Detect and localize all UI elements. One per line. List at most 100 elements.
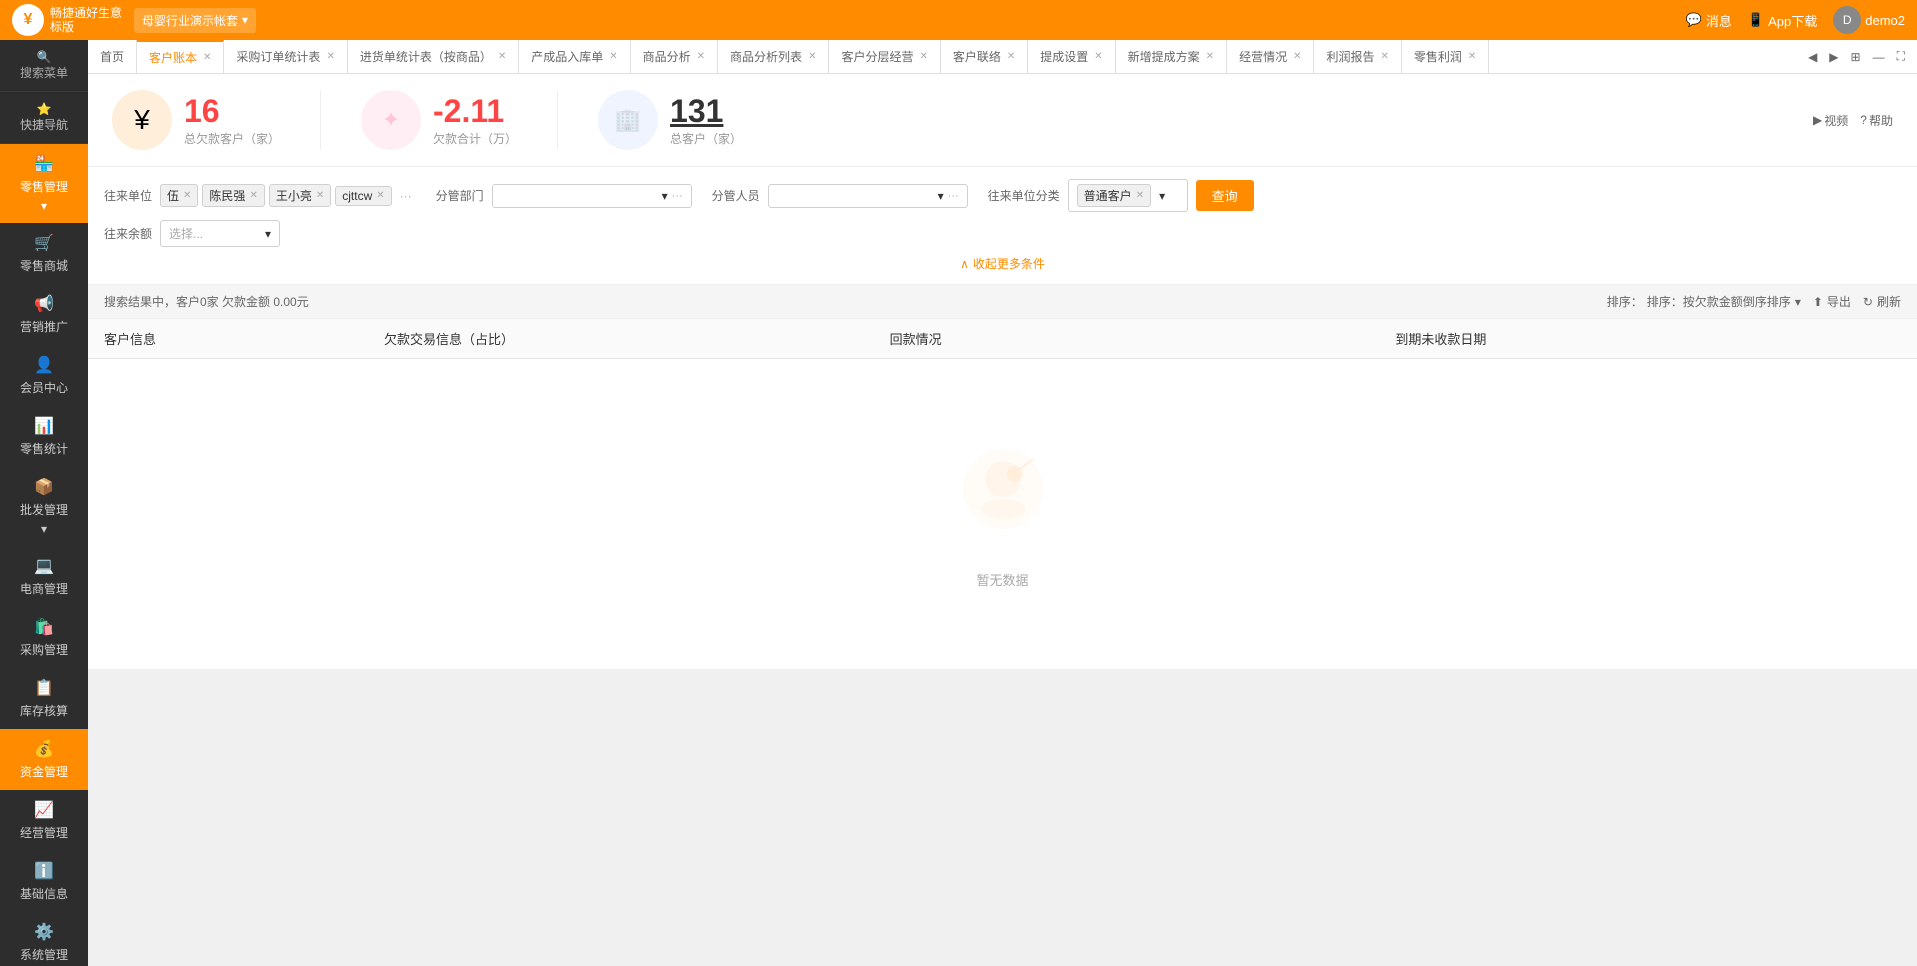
search-icon: 🔍 [8, 50, 80, 64]
sidebar-item-basic-info[interactable]: ℹ️ 基础信息 [0, 851, 88, 912]
export-icon: ⬆ [1813, 295, 1823, 309]
tenant-selector[interactable]: 母婴行业演示帐套 ▾ [134, 8, 256, 33]
tab-close-icon[interactable]: ✕ [609, 51, 617, 62]
tab-product-analysis-list[interactable]: 商品分析列表 ✕ [718, 40, 829, 74]
content-area: 首页 客户账本 ✕ 采购订单统计表 ✕ 进货单统计表（按商品） ✕ 产成品入库单… [88, 40, 1917, 966]
unit-label: 往来单位 [104, 187, 152, 204]
tab-purchase-order-stats[interactable]: 采购订单统计表 ✕ [224, 40, 347, 74]
tag-close-icon[interactable]: ✕ [1136, 190, 1144, 201]
tab-add-commission[interactable]: 新增提成方案 ✕ [1116, 40, 1227, 74]
filter-tag-unit-2: 陈民强 ✕ [202, 184, 264, 207]
user-menu[interactable]: D demo2 [1833, 6, 1905, 34]
sidebar-item-wholesale[interactable]: 📦 批发管理 ▾ [0, 467, 88, 546]
tab-close-icon[interactable]: ✕ [326, 51, 334, 62]
tab-commission-settings[interactable]: 提成设置 ✕ [1028, 40, 1115, 74]
message-button[interactable]: 💬 消息 [1686, 11, 1732, 30]
tab-close-icon[interactable]: ✕ [203, 52, 211, 63]
category-select[interactable]: 普通客户 ✕ ▾ [1068, 179, 1188, 212]
tab-close-icon[interactable]: ✕ [1094, 51, 1102, 62]
sidebar-item-marketing[interactable]: 📢 营销推广 [0, 284, 88, 345]
sidebar-item-member[interactable]: 👤 会员中心 [0, 345, 88, 406]
sidebar-item-finance[interactable]: 💰 资金管理 [0, 729, 88, 790]
result-actions: 排序： 排序：按欠款金额倒序排序 ▾ ⬆ 导出 ↻ 刷新 [1607, 293, 1901, 310]
tab-customer-tier[interactable]: 客户分层经营 ✕ [829, 40, 940, 74]
filter-tag-unit-3: 王小亮 ✕ [269, 184, 331, 207]
top-bar: ¥ 畅捷通好生意 标版 母婴行业演示帐套 ▾ 💬 消息 📱 App下载 D de… [0, 0, 1917, 40]
tab-customer-ledger[interactable]: 客户账本 ✕ [137, 40, 224, 74]
tab-purchase-item-stats[interactable]: 进货单统计表（按商品） ✕ [348, 40, 519, 74]
search-menu-item[interactable]: 🔍 搜索菜单 [0, 40, 88, 92]
tab-minimize-icon[interactable]: — [1869, 48, 1889, 66]
tag-close-icon[interactable]: ✕ [316, 190, 324, 201]
ecommerce-icon: 💻 [34, 556, 54, 576]
tab-retail-profit[interactable]: 零售利润 ✕ [1402, 40, 1489, 74]
tab-close-icon[interactable]: ✕ [498, 51, 506, 62]
sidebar-item-retail-mgmt[interactable]: 🏪 零售管理 ▾ [0, 144, 88, 223]
quick-nav-item[interactable]: ⭐ 快捷导航 [0, 92, 88, 144]
tag-close-icon[interactable]: ✕ [249, 190, 257, 201]
sort-select[interactable]: 排序： 排序：按欠款金额倒序排序 ▾ [1607, 293, 1801, 310]
sidebar-item-operations[interactable]: 📈 经营管理 [0, 790, 88, 851]
collapse-button[interactable]: ∧ 收起更多条件 [960, 255, 1045, 272]
table-col-customer: 客户信息 [104, 329, 384, 348]
tab-production-in[interactable]: 产成品入库单 ✕ [519, 40, 630, 74]
tab-maximize-icon[interactable]: ⛶ [1893, 47, 1909, 66]
tag-close-icon[interactable]: ✕ [183, 190, 191, 201]
app-icon: 📱 [1748, 12, 1764, 28]
purchase-icon: 🛍️ [34, 617, 54, 637]
table-col-repayment: 回款情况 [890, 329, 1396, 348]
stat-value-1: 16 [184, 93, 280, 130]
tab-close-icon[interactable]: ✕ [697, 51, 705, 62]
tab-product-analysis[interactable]: 商品分析 ✕ [631, 40, 718, 74]
table-header: 客户信息 欠款交易信息（占比） 回款情况 到期未收款日期 [88, 319, 1917, 359]
staff-label: 分管人员 [712, 187, 760, 204]
balance-select[interactable]: 选择... ▾ [160, 220, 280, 247]
arrow-icon: ▾ [41, 199, 47, 213]
help-icon: ? [1860, 113, 1867, 127]
tag-close-icon[interactable]: ✕ [376, 190, 384, 201]
tab-home[interactable]: 首页 [88, 40, 137, 74]
empty-text: 暂无数据 [976, 570, 1028, 589]
tab-close-icon[interactable]: ✕ [1206, 51, 1214, 62]
filter-more-btn[interactable]: ··· [396, 187, 416, 205]
export-button[interactable]: ⬆ 导出 [1813, 293, 1851, 310]
tab-business-status[interactable]: 经营情况 ✕ [1227, 40, 1314, 74]
stat-info-1: 16 总欠款客户（家） [184, 93, 280, 147]
tab-customer-contact[interactable]: 客户联络 ✕ [941, 40, 1028, 74]
stat-info-2: -2.11 欠款合计（万） [433, 93, 517, 147]
tab-profit-report[interactable]: 利润报告 ✕ [1314, 40, 1401, 74]
tab-close-icon[interactable]: ✕ [1293, 51, 1301, 62]
table-container: 客户信息 欠款交易信息（占比） 回款情况 到期未收款日期 [88, 319, 1917, 669]
sidebar-item-ecommerce[interactable]: 💻 电商管理 [0, 546, 88, 607]
refresh-button[interactable]: ↻ 刷新 [1863, 293, 1901, 310]
help-area: ▶ 视频 ? 帮助 [1813, 112, 1893, 129]
app-download-button[interactable]: 📱 App下载 [1748, 11, 1817, 30]
stat-group-1: ¥ 16 总欠款客户（家） [112, 90, 321, 150]
sidebar-item-inventory[interactable]: 📋 库存核算 [0, 668, 88, 729]
chevron-down-icon: ▾ [1159, 189, 1165, 203]
result-bar: 搜索结果中，客户0家 欠款金额 0.00元 排序： 排序：按欠款金额倒序排序 ▾… [88, 285, 1917, 319]
unit-tags: 伍 ✕ 陈民强 ✕ 王小亮 ✕ [160, 184, 416, 207]
query-button[interactable]: 查询 [1196, 180, 1254, 211]
tab-close-icon[interactable]: ✕ [1381, 51, 1389, 62]
app-container: ¥ 畅捷通好生意 标版 母婴行业演示帐套 ▾ 💬 消息 📱 App下载 D de… [0, 0, 1917, 966]
logo-icon: ¥ [12, 4, 44, 36]
tab-more-icon[interactable]: ⊞ [1847, 48, 1865, 66]
tab-close-icon[interactable]: ✕ [1468, 51, 1476, 62]
top-right-area: 💬 消息 📱 App下载 D demo2 [1686, 6, 1905, 34]
sidebar-item-purchase[interactable]: 🛍️ 采购管理 [0, 607, 88, 668]
staff-select[interactable]: ▾ ··· [768, 184, 968, 208]
video-link[interactable]: ▶ 视频 [1813, 112, 1848, 129]
tab-close-icon[interactable]: ✕ [919, 51, 927, 62]
stat-info-3: 131 总客户（家） [670, 93, 742, 147]
dept-select[interactable]: ▾ ··· [492, 184, 692, 208]
tab-next-arrow[interactable]: ▶ [1825, 48, 1842, 66]
category-label: 往来单位分类 [988, 187, 1060, 204]
tab-close-icon[interactable]: ✕ [808, 51, 816, 62]
help-link[interactable]: ? 帮助 [1860, 112, 1893, 129]
tab-prev-arrow[interactable]: ◀ [1804, 48, 1821, 66]
sidebar-item-system[interactable]: ⚙️ 系统管理 [0, 912, 88, 966]
sidebar-item-retail-stats[interactable]: 📊 零售统计 [0, 406, 88, 467]
sidebar-item-retail-mall[interactable]: 🛒 零售商城 [0, 223, 88, 284]
tab-close-icon[interactable]: ✕ [1007, 51, 1015, 62]
